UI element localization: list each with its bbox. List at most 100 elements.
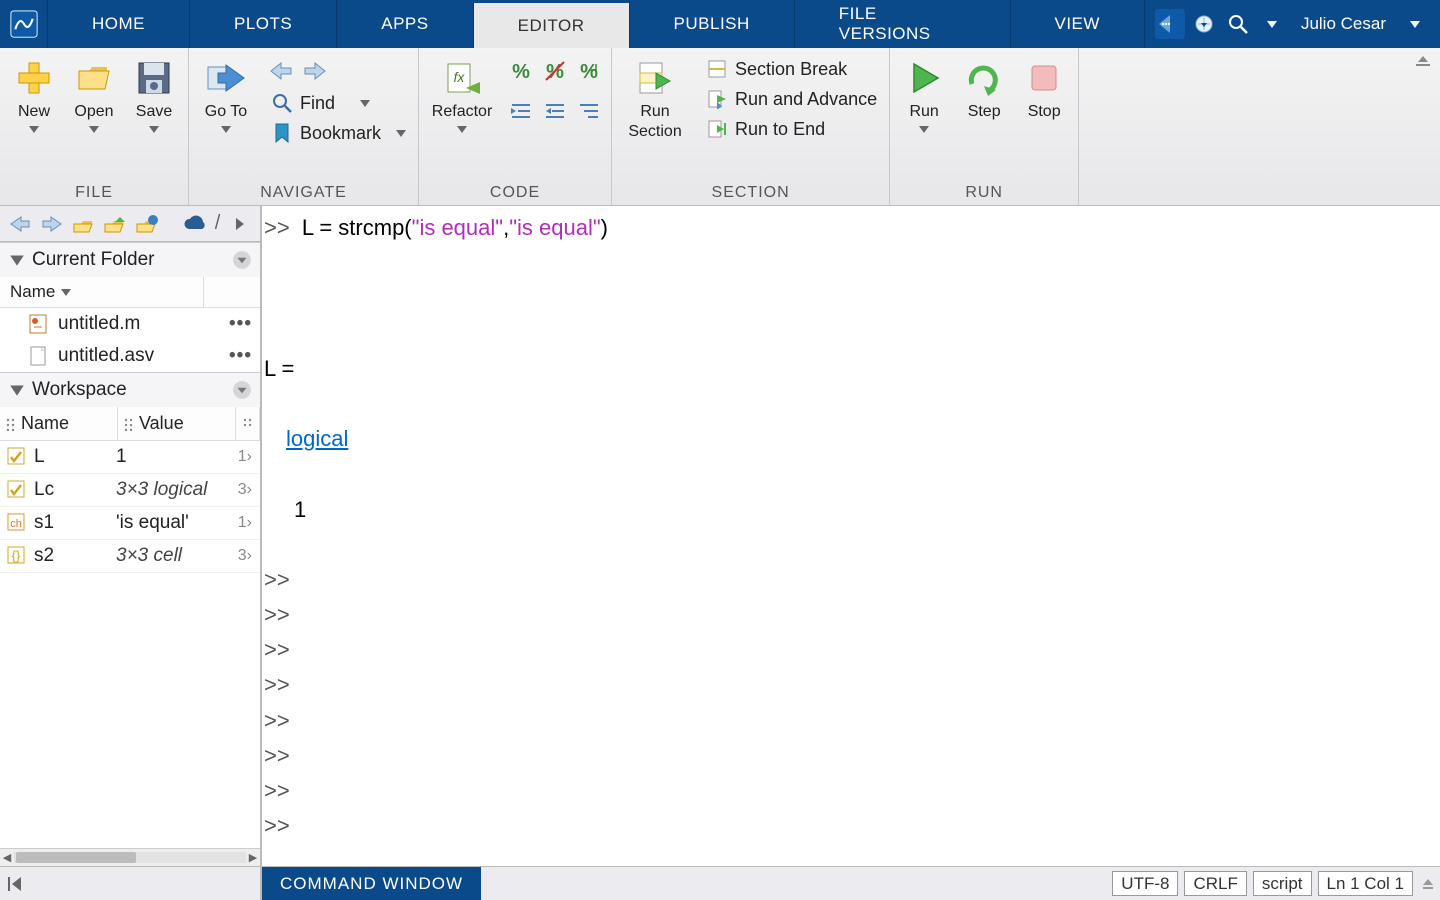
run-to-end-button[interactable]: Run to End [700, 115, 883, 143]
folder-extra-column[interactable] [204, 287, 260, 297]
stop-label: Stop [1028, 102, 1061, 122]
ribbon-group-run: Run Step Stop RUN [890, 48, 1079, 205]
addr-up-button[interactable] [70, 210, 98, 238]
addr-forward-button[interactable] [38, 210, 66, 238]
workspace-horizontal-scrollbar[interactable]: ◀ ▶ [0, 848, 260, 866]
folder-name-column[interactable]: Name [0, 277, 204, 307]
ribbon-collapse-button[interactable] [1414, 54, 1434, 72]
ribbon-group-file-label: FILE [6, 182, 182, 205]
workspace-variable-row[interactable]: chs1'is equal'1› [0, 507, 260, 540]
variable-type-icon: ch [6, 512, 28, 534]
svg-text:{}: {} [12, 548, 21, 563]
stop-button[interactable]: Stop [1016, 55, 1072, 124]
open-file-button[interactable]: Open [66, 55, 122, 135]
ribbon-group-code: fx Refactor % % % CODE [419, 48, 612, 205]
panel-options-icon[interactable] [232, 250, 252, 270]
refactor-label: Refactor [432, 102, 492, 122]
plus-icon [13, 57, 55, 99]
run-button[interactable]: Run [896, 55, 952, 135]
bookmark-icon [271, 122, 293, 144]
file-row[interactable]: untitled.asv••• [0, 340, 260, 372]
uncomment-button[interactable]: % [541, 57, 569, 85]
outdent-button[interactable] [541, 97, 569, 125]
ws-name-column[interactable]: Name [0, 407, 118, 440]
file-row[interactable]: untitled.m••• [0, 308, 260, 340]
tab-editor[interactable]: EDITOR [474, 0, 630, 48]
folder-open-icon [73, 57, 115, 99]
command-window-content[interactable]: >> L = strcmp("is equal","is equal") L =… [262, 206, 1440, 866]
tab-home[interactable]: HOME [48, 0, 190, 48]
current-folder-panel: Current Folder Name untitled.m•••untitle… [0, 242, 260, 372]
run-advance-icon [706, 88, 728, 110]
folder-columns-header: Name [0, 277, 260, 308]
nav-back-button[interactable] [267, 57, 295, 85]
section-break-button[interactable]: Section Break [700, 55, 883, 83]
search-dropdown-caret[interactable] [1257, 9, 1287, 39]
tab-file-versions[interactable]: FILE VERSIONS [795, 0, 1011, 48]
wrap-comment-button[interactable]: % [575, 57, 603, 85]
variable-value: 3×3 cell [116, 545, 238, 567]
save-file-button[interactable]: Save [126, 55, 182, 135]
addr-back-button[interactable] [6, 210, 34, 238]
find-button[interactable]: Find [265, 89, 412, 117]
addr-parent-button[interactable] [101, 210, 129, 238]
indent-button[interactable] [507, 97, 535, 125]
status-expand-icon[interactable] [1416, 867, 1440, 900]
workspace-columns-header: Name Value [0, 407, 260, 441]
ws-name-col-label: Name [21, 413, 69, 434]
help-dropdown-button[interactable] [1189, 9, 1219, 39]
run-and-advance-button[interactable]: Run and Advance [700, 85, 883, 113]
addr-browse-button[interactable] [133, 210, 161, 238]
scrollbar-thumb[interactable] [16, 852, 136, 863]
new-file-button[interactable]: New [6, 55, 62, 135]
comment-button[interactable]: % [507, 57, 535, 85]
variable-dim: 3› [238, 481, 254, 499]
encoding-chip[interactable]: UTF-8 [1112, 871, 1178, 896]
smart-indent-button[interactable] [575, 97, 603, 125]
workspace-variable-row[interactable]: L11› [0, 441, 260, 474]
app-logo-icon [0, 0, 48, 48]
variable-dim: 1› [238, 514, 254, 532]
goto-button[interactable]: Go To [195, 55, 257, 135]
bookmark-button[interactable]: Bookmark [265, 119, 412, 147]
refactor-button[interactable]: fx Refactor [425, 55, 499, 135]
layout-menu-button[interactable] [1155, 9, 1185, 39]
workspace-variable-row[interactable]: {}s23×3 cell3› [0, 540, 260, 573]
tab-plots[interactable]: PLOTS [190, 0, 337, 48]
workspace-variable-row[interactable]: Lc3×3 logical3› [0, 474, 260, 507]
file-actions-button[interactable]: ••• [229, 313, 252, 335]
ribbon-group-section: Run Section Section Break Run and Advanc… [612, 48, 890, 205]
step-button[interactable]: Step [956, 55, 1012, 124]
variable-type-icon [6, 479, 28, 501]
panel-options-icon[interactable] [232, 380, 252, 400]
breadcrumb-expand[interactable] [226, 210, 254, 238]
mode-chip[interactable]: script [1253, 871, 1312, 896]
search-button[interactable] [1223, 9, 1253, 39]
svg-text:%: % [512, 61, 530, 83]
goto-arrow-icon [205, 57, 247, 99]
file-actions-button[interactable]: ••• [229, 345, 252, 367]
ws-value-column[interactable]: Value [118, 407, 236, 440]
type-link[interactable]: logical [286, 421, 348, 456]
step-label: Step [968, 102, 1001, 122]
ws-extra-column[interactable] [236, 407, 260, 440]
go-to-start-icon[interactable] [6, 874, 24, 894]
eol-chip[interactable]: CRLF [1184, 871, 1246, 896]
workspace-header[interactable]: Workspace [0, 373, 260, 407]
nav-forward-button[interactable] [301, 57, 329, 85]
grip-icon [6, 417, 16, 431]
cloud-icon[interactable] [181, 210, 209, 238]
tab-apps[interactable]: APPS [337, 0, 473, 48]
command-window-tab[interactable]: COMMAND WINDOW [262, 867, 481, 900]
cursor-position-chip[interactable]: Ln 1 Col 1 [1318, 871, 1414, 896]
tab-publish[interactable]: PUBLISH [630, 0, 795, 48]
variable-name: s2 [34, 545, 116, 567]
current-folder-header[interactable]: Current Folder [0, 243, 260, 277]
tab-view[interactable]: VIEW [1011, 0, 1145, 48]
user-menu-caret[interactable] [1400, 9, 1430, 39]
ribbon-group-run-label: RUN [896, 182, 1072, 205]
run-section-button[interactable]: Run Section [618, 55, 692, 144]
open-file-label: Open [74, 102, 113, 122]
run-section-icon [634, 57, 676, 99]
bookmark-label: Bookmark [300, 123, 381, 144]
